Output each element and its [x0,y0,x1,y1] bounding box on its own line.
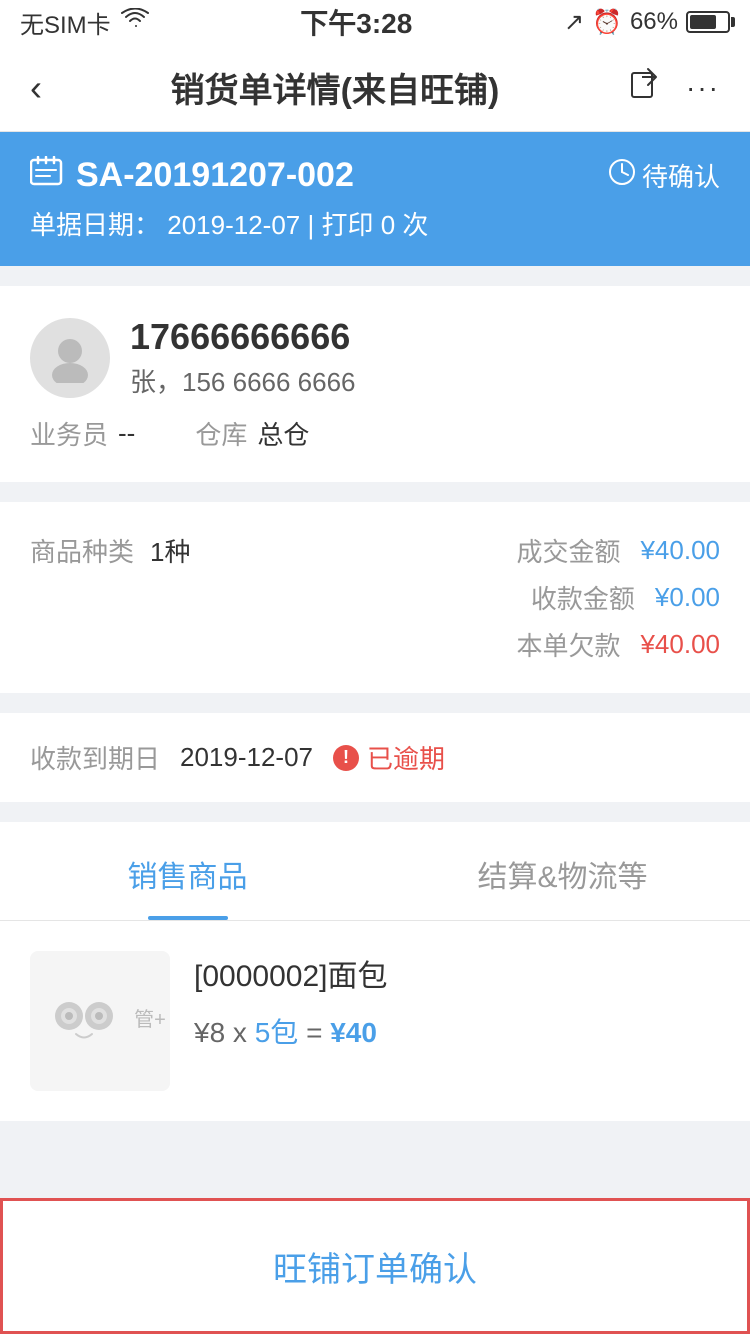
location-icon: ↗ [564,8,584,37]
warehouse-value: 总仓 [257,415,309,452]
order-icon [30,156,66,195]
order-date-row: 单据日期： 2019-12-07 | 打印 0 次 [30,205,720,242]
debt-item: 本单欠款 ¥40.00 [516,626,720,663]
debt-label: 本单欠款 [516,626,620,663]
customer-row: 17666666666 张，156 6666 6666 [30,316,720,399]
customer-info-row: 业务员 -- 仓库 总仓 [30,415,720,452]
deal-amount-value: ¥40.00 [640,535,720,566]
debt-value: ¥40.00 [640,629,720,660]
tab-settlement[interactable]: 结算&物流等 [375,822,750,920]
total-price: ¥40 [330,1017,377,1048]
summary-card: 商品种类 1种 成交金额 ¥40.00 收款金额 ¥0.00 本单欠款 ¥40.… [0,502,750,693]
status-time: 下午3:28 [300,2,412,42]
carrier-label: 无SIM卡 [20,5,111,40]
battery-icon [686,11,730,33]
quantity: 5包 [255,1017,299,1048]
order-number-text: SA-20191207-002 [76,156,354,195]
overdue-text: 已逾期 [367,739,445,776]
battery-percent: 66% [630,8,678,36]
product-type-section: 商品种类 1种 [30,532,190,569]
wifi-icon [121,8,149,37]
print-unit: 次 [402,210,428,240]
order-header: SA-20191207-002 待确认 单据日期： 2019-12-07 | 打… [0,132,750,266]
amount-section: 成交金额 ¥40.00 收款金额 ¥0.00 本单欠款 ¥40.00 [516,532,720,663]
tabs-container: 销售商品 结算&物流等 [0,822,750,921]
product-type-value: 1种 [150,532,190,569]
customer-name: 张，156 6666 6666 [130,362,356,399]
confirm-button-container: 旺铺订单确认 [0,1198,750,1334]
due-date-label: 收款到期日 [30,739,160,776]
warehouse-label: 仓库 [195,415,247,452]
salesperson-value: -- [118,418,135,449]
deal-amount-item: 成交金额 ¥40.00 [516,532,720,569]
nav-bar: ‹ 销货单详情(来自旺铺) ··· [0,44,750,132]
status-clock-icon [608,158,636,193]
due-date-card: 收款到期日 2019-12-07 ! 已逾期 [0,713,750,802]
summary-row: 商品种类 1种 成交金额 ¥40.00 收款金额 ¥0.00 本单欠款 ¥40.… [30,532,720,663]
price-label: ¥8 x [194,1017,247,1048]
overdue-badge: ! 已逾期 [333,739,445,776]
equals: = [306,1017,322,1048]
date-label: 单据日期： [30,210,160,240]
deal-amount-label: 成交金额 [516,532,620,569]
product-card: 管+ [0000002]面包 ¥8 x 5包 = ¥40 [0,921,750,1121]
due-date-value: 2019-12-07 [180,742,313,773]
customer-card: 17666666666 张，156 6666 6666 业务员 -- 仓库 总仓 [0,286,750,482]
warning-icon: ! [333,745,359,771]
product-type-label: 商品种类 [30,532,134,569]
salesperson-label: 业务员 [30,415,108,452]
back-button[interactable]: ‹ [30,67,42,109]
alarm-icon: ⏰ [592,8,622,37]
status-text: 待确认 [642,157,720,194]
collection-label: 收款金额 [531,579,635,616]
date-value: 2019-12-07 [167,210,300,240]
collection-value: ¥0.00 [655,582,720,613]
order-status: 待确认 [608,157,720,194]
status-left: 无SIM卡 [20,5,149,40]
status-right: ↗ ⏰ 66% [564,8,730,37]
salesperson-item: 业务员 -- [30,415,135,452]
page-title: 销货单详情(来自旺铺) [171,63,500,112]
tabs: 销售商品 结算&物流等 [0,822,750,920]
nav-right-actions: ··· [628,67,720,109]
more-icon[interactable]: ··· [686,72,720,104]
product-image: 管+ [30,951,170,1091]
avatar [30,318,110,398]
product-name: [0000002]面包 [194,951,720,995]
product-price: ¥8 x 5包 = ¥40 [194,1011,720,1051]
collection-item: 收款金额 ¥0.00 [531,579,720,616]
confirm-order-button[interactable]: 旺铺订单确认 [33,1221,717,1311]
warehouse-item: 仓库 总仓 [195,415,309,452]
status-bar: 无SIM卡 下午3:28 ↗ ⏰ 66% [0,0,750,44]
customer-phone: 17666666666 [130,316,356,358]
print-label: | 打印 [307,210,380,240]
product-info: [0000002]面包 ¥8 x 5包 = ¥40 [194,951,720,1051]
tab-sales-product[interactable]: 销售商品 [0,822,375,920]
share-icon[interactable] [628,67,662,109]
order-number-row: SA-20191207-002 [30,156,354,195]
print-count: 0 [381,210,395,240]
